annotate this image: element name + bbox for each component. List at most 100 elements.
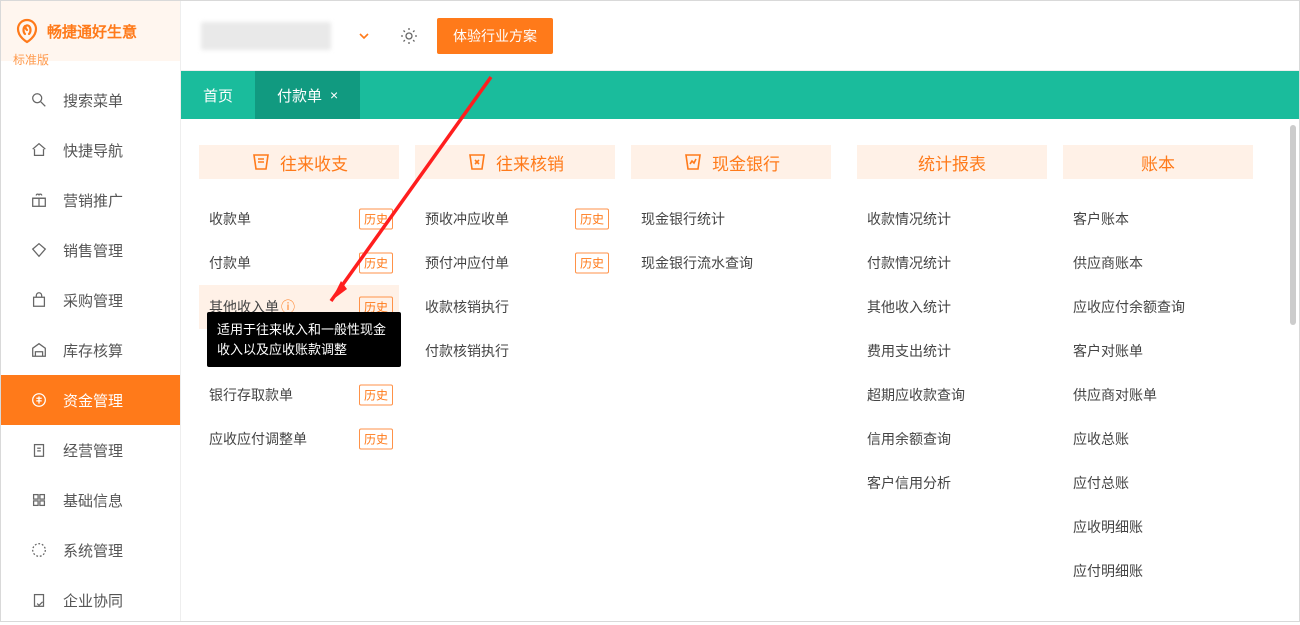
menu-item-label: 现金银行流水查询 — [641, 253, 753, 273]
menu-item[interactable]: 应付明细账 — [1063, 549, 1253, 593]
tab-bar: 首页 付款单 × — [181, 71, 1299, 119]
menu-item[interactable]: 应收应付余额查询 — [1063, 285, 1253, 329]
menu-item[interactable]: 其他收入统计 — [857, 285, 1047, 329]
settings-icon — [29, 540, 49, 560]
category-items: 客户账本供应商账本应收应付余额查询客户对账单供应商对账单应收总账应付总账应收明细… — [1063, 197, 1253, 593]
history-badge[interactable]: 历史 — [359, 253, 393, 274]
menu-item[interactable]: 客户对账单 — [1063, 329, 1253, 373]
edition-tag: 标准版 — [13, 51, 49, 68]
menu-item-label: 应付明细账 — [1073, 561, 1143, 581]
brand-logo-icon — [13, 17, 41, 45]
menu-item-label: 应收总账 — [1073, 429, 1129, 449]
collab-icon — [29, 590, 49, 610]
sidebar-item-label: 采购管理 — [63, 290, 123, 311]
sidebar-item-3[interactable]: 销售管理 — [1, 225, 180, 275]
menu-item-label: 付款核销执行 — [425, 341, 509, 361]
history-badge[interactable]: 历史 — [359, 385, 393, 406]
vertical-scrollbar[interactable] — [1290, 125, 1296, 325]
gift-icon — [29, 190, 49, 210]
category-header: 账本 — [1063, 145, 1253, 179]
category-header: 现金银行 — [631, 145, 831, 179]
experience-button[interactable]: 体验行业方案 — [437, 18, 553, 54]
menu-item[interactable]: 客户信用分析 — [857, 461, 1047, 505]
menu-item[interactable]: 收款核销执行 — [415, 285, 615, 329]
history-badge[interactable]: 历史 — [575, 253, 609, 274]
sidebar-item-7[interactable]: 经营管理 — [1, 425, 180, 475]
menu-item[interactable]: 信用余额查询 — [857, 417, 1047, 461]
help-tooltip: 适用于往来收入和一般性现金收入以及应收账款调整 — [207, 312, 401, 367]
category-icon — [682, 151, 704, 173]
menu-item[interactable]: 付款情况统计 — [857, 241, 1047, 285]
sidebar-item-label: 资金管理 — [63, 390, 123, 411]
sidebar-item-6[interactable]: 资金管理 — [1, 375, 180, 425]
menu-item-label: 收款核销执行 — [425, 297, 509, 317]
grid-icon — [29, 490, 49, 510]
category-title: 现金银行 — [712, 150, 780, 175]
history-badge[interactable]: 历史 — [359, 209, 393, 230]
menu-item[interactable]: 预付冲应付单历史 — [415, 241, 615, 285]
category-column-1: 往来核销预收冲应收单历史预付冲应付单历史收款核销执行付款核销执行 — [415, 145, 615, 593]
search-icon — [29, 90, 49, 110]
sidebar-item-9[interactable]: 系统管理 — [1, 525, 180, 575]
menu-item-label: 应收应付调整单 — [209, 429, 307, 449]
menu-item[interactable]: 应收明细账 — [1063, 505, 1253, 549]
category-title: 账本 — [1141, 150, 1175, 175]
sidebar-item-5[interactable]: 库存核算 — [1, 325, 180, 375]
menu-item-label: 客户账本 — [1073, 209, 1129, 229]
menu-item[interactable]: 应收总账 — [1063, 417, 1253, 461]
app-root: 畅捷通好生意 标准版 搜索菜单快捷导航营销推广销售管理采购管理库存核算资金管理经… — [0, 0, 1300, 622]
category-icon — [250, 151, 272, 173]
warehouse-icon — [29, 340, 49, 360]
category-title: 统计报表 — [918, 150, 986, 175]
menu-item[interactable]: 银行存取款单历史 — [199, 373, 399, 417]
sidebar-item-0[interactable]: 搜索菜单 — [1, 75, 180, 125]
sidebar-item-label: 企业协同 — [63, 590, 123, 611]
history-badge[interactable]: 历史 — [575, 209, 609, 230]
category-column-0: 往来收支收款单历史付款单历史其他收入单ⓘ历史费用支出单历史银行存取款单历史应收应… — [199, 145, 399, 593]
sidebar-item-8[interactable]: 基础信息 — [1, 475, 180, 525]
category-header: 统计报表 — [857, 145, 1047, 179]
sidebar-item-4[interactable]: 采购管理 — [1, 275, 180, 325]
menu-item[interactable]: 客户账本 — [1063, 197, 1253, 241]
menu-item-label: 其他收入统计 — [867, 297, 951, 317]
menu-item[interactable]: 收款情况统计 — [857, 197, 1047, 241]
menu-item[interactable]: 应收应付调整单 历史 — [199, 417, 399, 461]
menu-item-label: 应付总账 — [1073, 473, 1129, 493]
menu-item[interactable]: 付款核销执行 — [415, 329, 615, 373]
tab-0[interactable]: 首页 — [181, 71, 255, 119]
content-area: 往来收支收款单历史付款单历史其他收入单ⓘ历史费用支出单历史银行存取款单历史应收应… — [181, 119, 1299, 621]
sidebar-item-1[interactable]: 快捷导航 — [1, 125, 180, 175]
category-title: 往来收支 — [280, 150, 348, 175]
chevron-down-icon[interactable] — [357, 29, 371, 43]
tab-label: 付款单 — [277, 85, 322, 106]
menu-item[interactable]: 供应商对账单 — [1063, 373, 1253, 417]
menu-item-label: 付款单 — [209, 253, 251, 273]
menu-item[interactable]: 供应商账本 — [1063, 241, 1253, 285]
account-name-blurred — [201, 22, 331, 50]
category-title: 往来核销 — [496, 150, 564, 175]
menu-item[interactable]: 预收冲应收单 历史 — [415, 197, 615, 241]
category-column-3: 统计报表收款情况统计付款情况统计其他收入统计费用支出统计超期应收款查询信用余额查… — [857, 145, 1047, 593]
sidebar-item-label: 销售管理 — [63, 240, 123, 261]
category-columns: 往来收支收款单历史付款单历史其他收入单ⓘ历史费用支出单历史银行存取款单历史应收应… — [199, 145, 1281, 593]
menu-item[interactable]: 费用支出统计 — [857, 329, 1047, 373]
history-badge[interactable]: 历史 — [359, 429, 393, 450]
menu-item-label: 信用余额查询 — [867, 429, 951, 449]
menu-item-label: 应收应付余额查询 — [1073, 297, 1185, 317]
gear-icon[interactable] — [399, 26, 419, 46]
menu-item[interactable]: 收款单历史 — [199, 197, 399, 241]
category-column-2: 现金银行现金银行统计现金银行流水查询 — [631, 145, 831, 593]
tab-label: 首页 — [203, 85, 233, 106]
menu-item[interactable]: 付款单 历史 — [199, 241, 399, 285]
menu-item-label: 费用支出统计 — [867, 341, 951, 361]
tab-1[interactable]: 付款单 × — [255, 71, 360, 119]
menu-item[interactable]: 应付总账 — [1063, 461, 1253, 505]
menu-item-label: 预收冲应收单 — [425, 209, 509, 229]
menu-item[interactable]: 现金银行统计 — [631, 197, 831, 241]
close-icon[interactable]: × — [330, 87, 338, 103]
menu-item[interactable]: 超期应收款查询 — [857, 373, 1047, 417]
sidebar-item-10[interactable]: 企业协同 — [1, 575, 180, 625]
bag-icon — [29, 290, 49, 310]
sidebar-item-2[interactable]: 营销推广 — [1, 175, 180, 225]
menu-item[interactable]: 现金银行流水查询 — [631, 241, 831, 285]
